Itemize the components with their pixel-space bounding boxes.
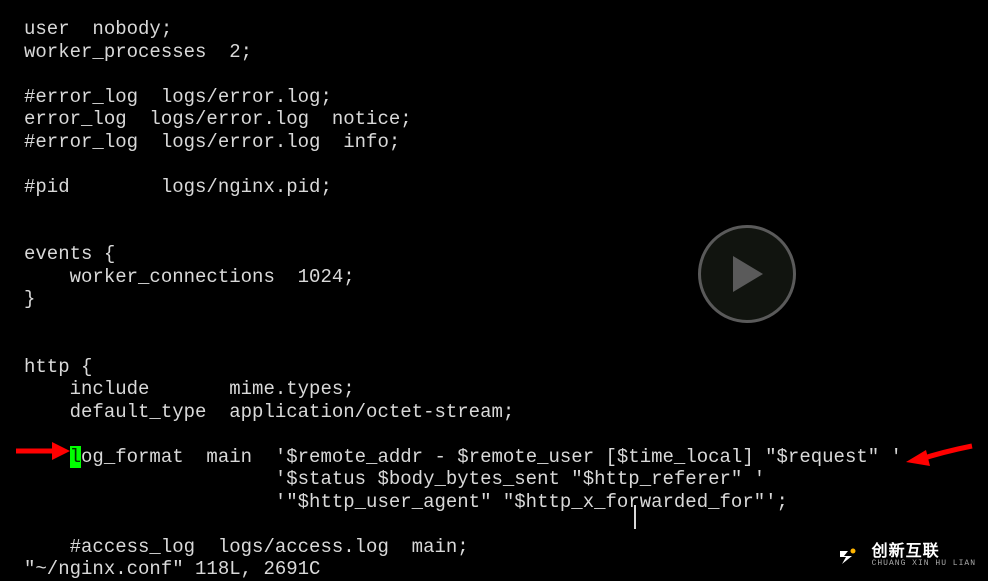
logo-text-cn: 创新互联 [872, 544, 976, 560]
logo-text-en: CHUANG XIN HU LIAN [872, 560, 976, 568]
logo-icon [830, 539, 864, 573]
editor-content[interactable]: user nobody; worker_processes 2; #error_… [0, 0, 988, 581]
watermark-logo: 创新互联 CHUANG XIN HU LIAN [830, 539, 976, 573]
play-button[interactable] [698, 225, 796, 323]
terminal-viewport: user nobody; worker_processes 2; #error_… [0, 0, 988, 581]
cursor-highlight: l [70, 446, 81, 468]
play-icon [729, 254, 765, 294]
